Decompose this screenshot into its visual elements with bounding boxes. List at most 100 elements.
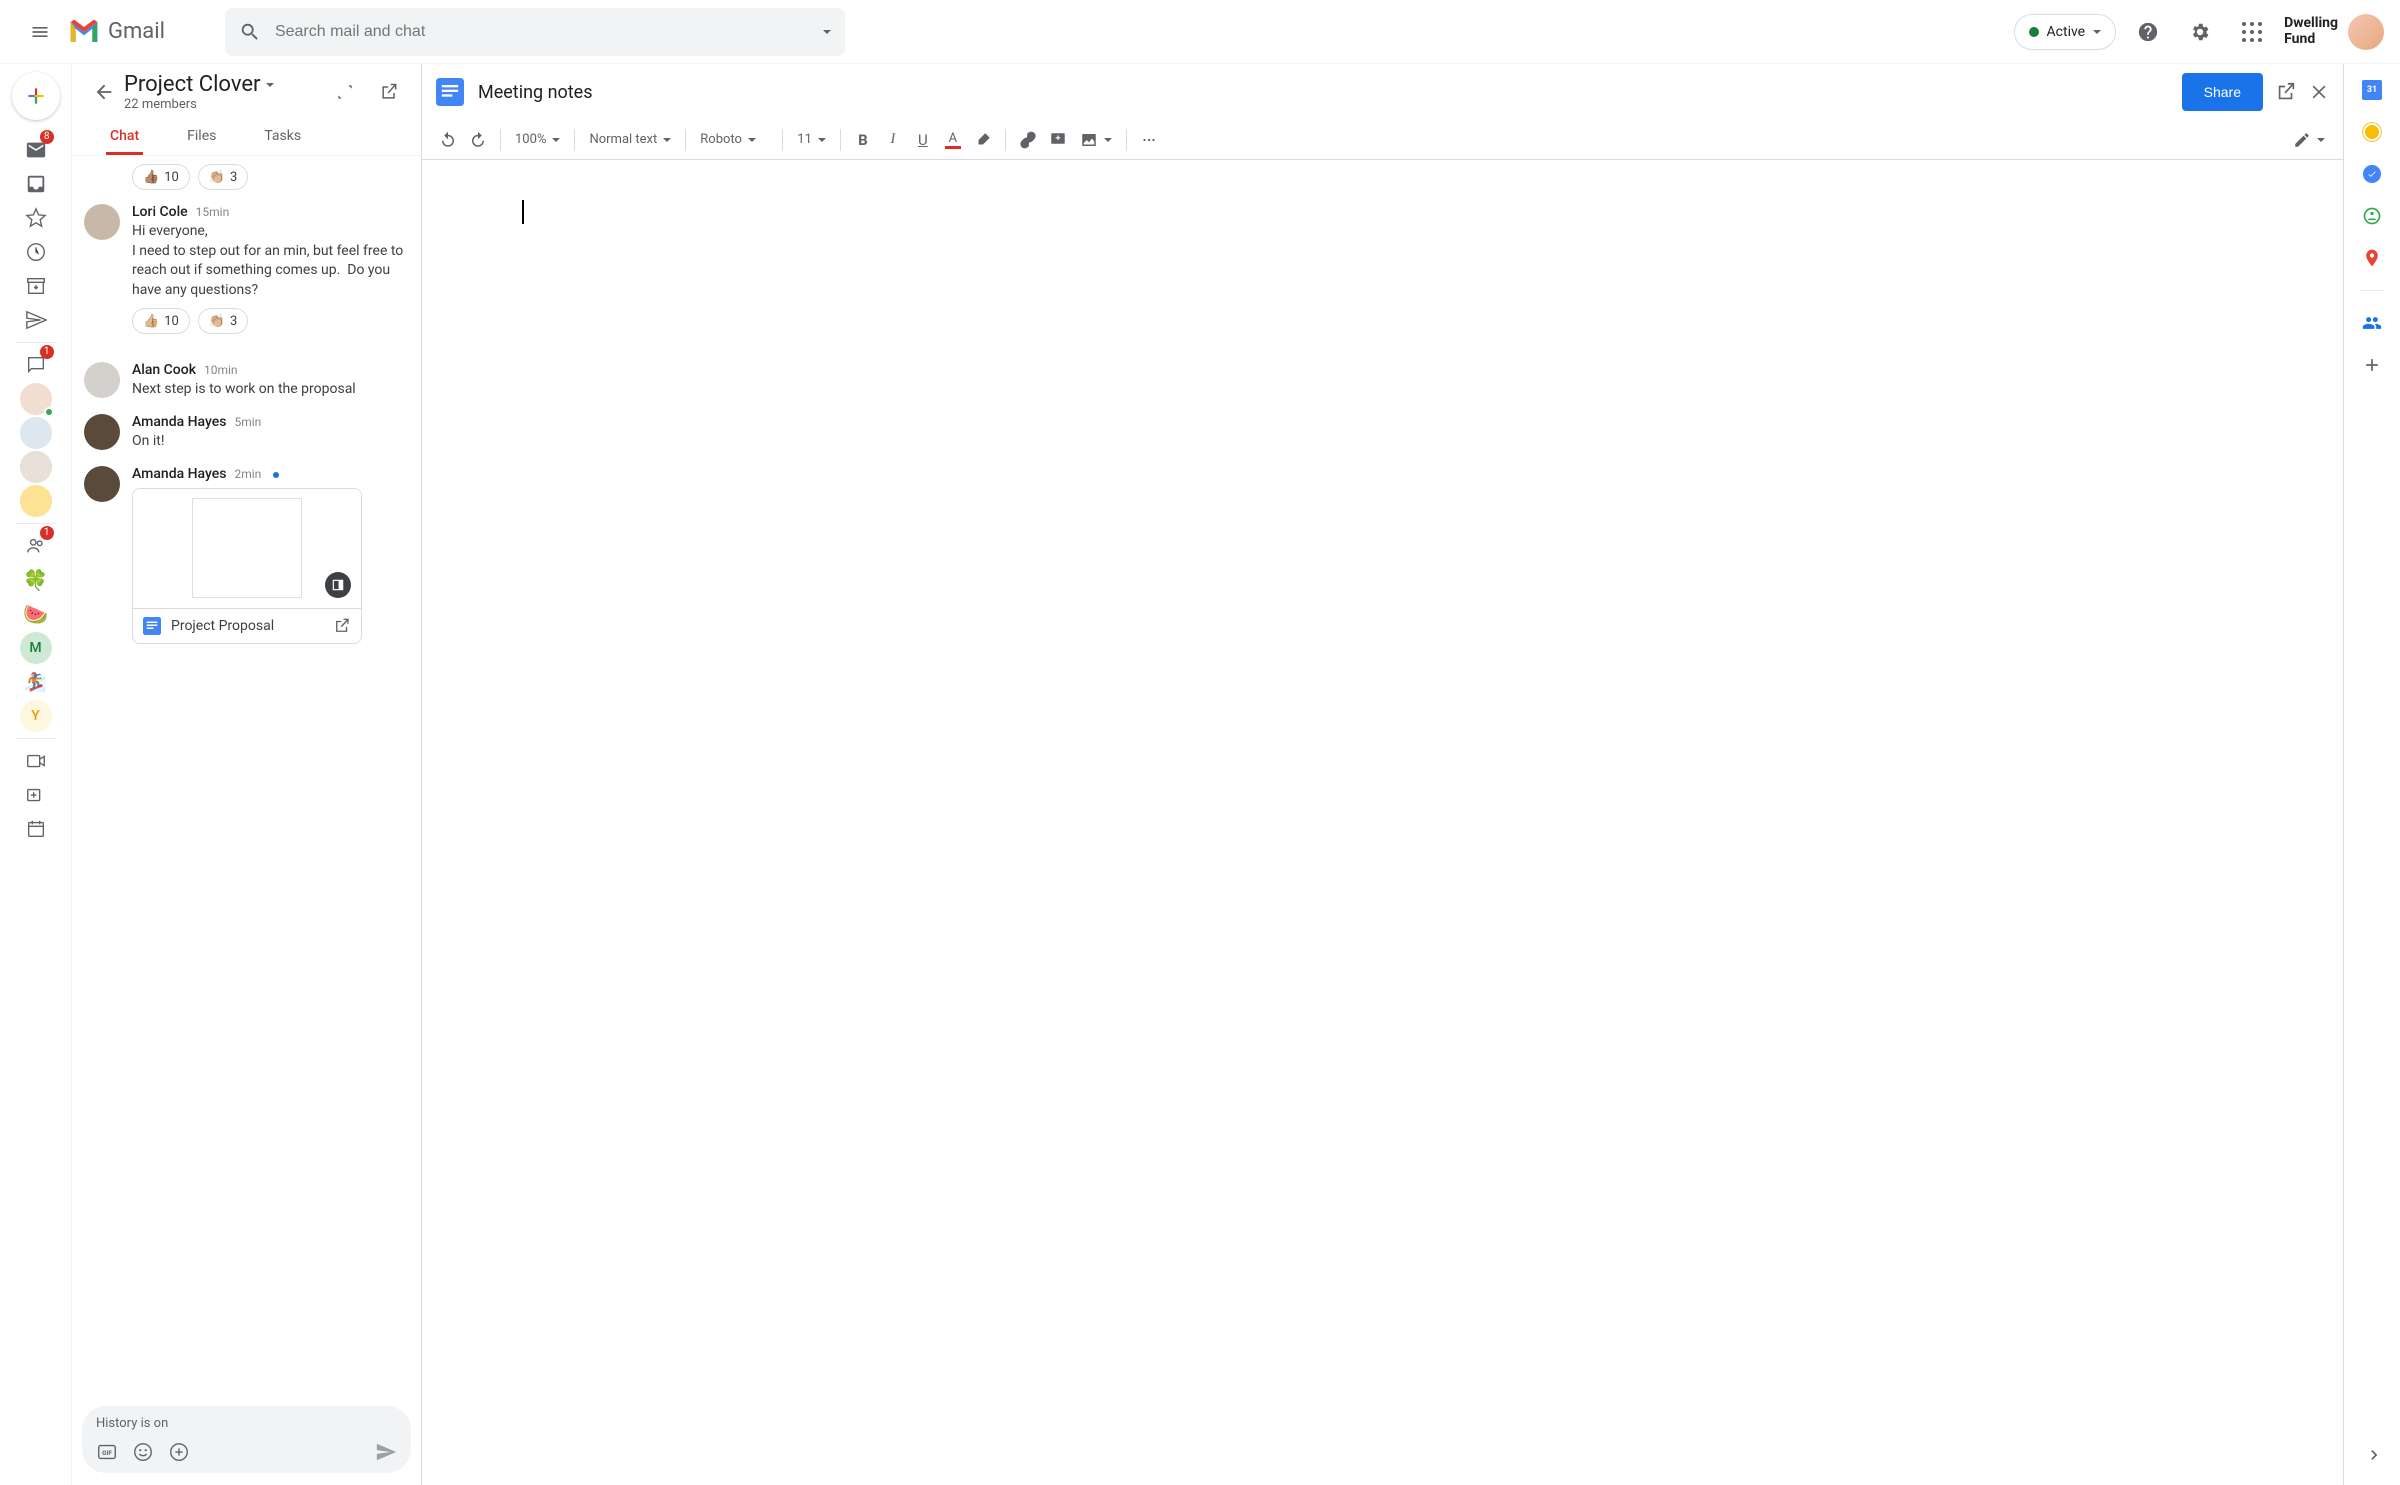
comment-button[interactable]: [1044, 126, 1072, 154]
spaces-badge: 1: [40, 526, 54, 540]
open-side-icon[interactable]: [325, 572, 351, 598]
status-label: Active: [2047, 24, 2086, 40]
open-external-icon[interactable]: [333, 617, 351, 635]
fontsize-selector[interactable]: 11: [791, 132, 832, 147]
text-color-button[interactable]: A: [939, 126, 967, 154]
message-composer[interactable]: History is on GIF: [82, 1406, 411, 1473]
more-button[interactable]: [1135, 126, 1163, 154]
doc-close-icon[interactable]: [2309, 82, 2329, 102]
docs-icon: [436, 78, 464, 106]
doc-title[interactable]: Meeting notes: [478, 82, 593, 103]
account-avatar[interactable]: [2348, 14, 2384, 50]
avatar[interactable]: [84, 362, 120, 398]
contacts-addon[interactable]: [2362, 206, 2382, 226]
bold-button[interactable]: B: [849, 126, 877, 154]
message-list: 👍🏽10 👏🏼3 Lori Cole15min Hi everyone, I n…: [72, 156, 421, 1398]
tasks-addon[interactable]: [2362, 164, 2382, 184]
app-name: Gmail: [108, 19, 165, 44]
archive-nav[interactable]: [16, 270, 56, 302]
meet-new-nav[interactable]: [16, 779, 56, 811]
chat-contact-4[interactable]: [20, 485, 52, 517]
collapse-icon[interactable]: [325, 72, 365, 112]
compose-button[interactable]: [12, 72, 60, 120]
message: Lori Cole15min Hi everyone, I need to st…: [84, 204, 409, 348]
chat-contact-3[interactable]: [20, 451, 52, 483]
search-options-icon[interactable]: [823, 30, 831, 34]
tab-tasks[interactable]: Tasks: [260, 120, 305, 155]
undo-button[interactable]: [434, 126, 462, 154]
google-apps-button[interactable]: [2232, 12, 2272, 52]
status-selector[interactable]: Active: [2014, 14, 2117, 50]
popout-icon[interactable]: [369, 72, 409, 112]
starred-nav[interactable]: [16, 202, 56, 234]
tab-files[interactable]: Files: [183, 120, 220, 155]
hide-panel-icon[interactable]: [2364, 1445, 2384, 1465]
room-title[interactable]: Project Clover: [124, 72, 325, 97]
workspace-org: Dwelling Fund: [2284, 14, 2384, 50]
style-selector[interactable]: Normal text: [583, 132, 677, 147]
italic-button[interactable]: I: [879, 126, 907, 154]
gmail-logo[interactable]: Gmail: [64, 12, 165, 52]
space-3[interactable]: M: [20, 632, 52, 664]
zoom-selector[interactable]: 100%: [509, 132, 566, 147]
message: Amanda Hayes 2min Project Proposa: [84, 466, 409, 644]
support-button[interactable]: [2128, 12, 2168, 52]
inbox-nav[interactable]: [16, 168, 56, 200]
avatar[interactable]: [84, 466, 120, 502]
editing-mode-button[interactable]: [2287, 131, 2331, 149]
avatar[interactable]: [84, 414, 120, 450]
contacts-addon-2[interactable]: [2362, 313, 2382, 333]
share-button[interactable]: Share: [2182, 73, 2263, 111]
status-dot-icon: [2029, 27, 2039, 37]
maps-addon[interactable]: [2362, 248, 2382, 268]
link-button[interactable]: [1014, 126, 1042, 154]
doc-attachment[interactable]: Project Proposal: [132, 488, 362, 644]
reaction-chip[interactable]: 👏🏼3: [198, 308, 249, 334]
underline-button[interactable]: U: [909, 126, 937, 154]
add-addon-button[interactable]: [2362, 355, 2382, 375]
room-members[interactable]: 22 members: [124, 97, 325, 112]
reaction-chip[interactable]: 👍🏼10: [132, 308, 190, 334]
settings-button[interactable]: [2180, 12, 2220, 52]
upload-button[interactable]: [168, 1441, 190, 1463]
font-selector[interactable]: Roboto: [694, 132, 774, 147]
meet-calendar-nav[interactable]: [16, 813, 56, 845]
calendar-addon[interactable]: 31: [2362, 80, 2382, 100]
image-button[interactable]: [1074, 131, 1118, 149]
text-cursor-icon: [522, 200, 524, 224]
side-panel: 31: [2344, 64, 2400, 1485]
send-button[interactable]: [375, 1441, 397, 1463]
space-4[interactable]: 🏂: [20, 666, 52, 698]
sent-nav[interactable]: [16, 304, 56, 336]
mail-nav[interactable]: 8: [16, 134, 56, 166]
chat-contact-2[interactable]: [20, 417, 52, 449]
tab-chat[interactable]: Chat: [106, 120, 143, 155]
chat-nav[interactable]: 1: [16, 349, 56, 381]
space-2[interactable]: 🍉: [20, 598, 52, 630]
spaces-nav[interactable]: 1: [16, 530, 56, 562]
mail-badge: 8: [40, 130, 54, 144]
space-1[interactable]: 🍀: [20, 564, 52, 596]
doc-page[interactable]: [422, 160, 2343, 1485]
gif-button[interactable]: GIF: [96, 1441, 118, 1463]
emoji-button[interactable]: [132, 1441, 154, 1463]
chat-badge: 1: [40, 345, 54, 359]
snoozed-nav[interactable]: [16, 236, 56, 268]
highlight-button[interactable]: [969, 126, 997, 154]
avatar[interactable]: [84, 204, 120, 240]
doc-popout-icon[interactable]: [2275, 81, 2297, 103]
reaction-chip[interactable]: 👏🏼3: [198, 164, 249, 190]
meet-nav[interactable]: [16, 745, 56, 777]
main-menu-button[interactable]: [16, 8, 64, 56]
doc-toolbar: 100% Normal text Roboto 11 B I U A: [422, 120, 2343, 160]
reaction-chip[interactable]: 👍🏽10: [132, 164, 190, 190]
search-input[interactable]: [275, 23, 823, 41]
message: Alan Cook10min Next step is to work on t…: [84, 362, 409, 400]
redo-button[interactable]: [464, 126, 492, 154]
chat-contact-1[interactable]: [20, 383, 52, 415]
keep-addon[interactable]: [2362, 122, 2382, 142]
composer-hint: History is on: [96, 1416, 397, 1431]
back-button[interactable]: [84, 72, 124, 112]
space-5[interactable]: Y: [20, 700, 52, 732]
search-bar[interactable]: [225, 8, 845, 56]
